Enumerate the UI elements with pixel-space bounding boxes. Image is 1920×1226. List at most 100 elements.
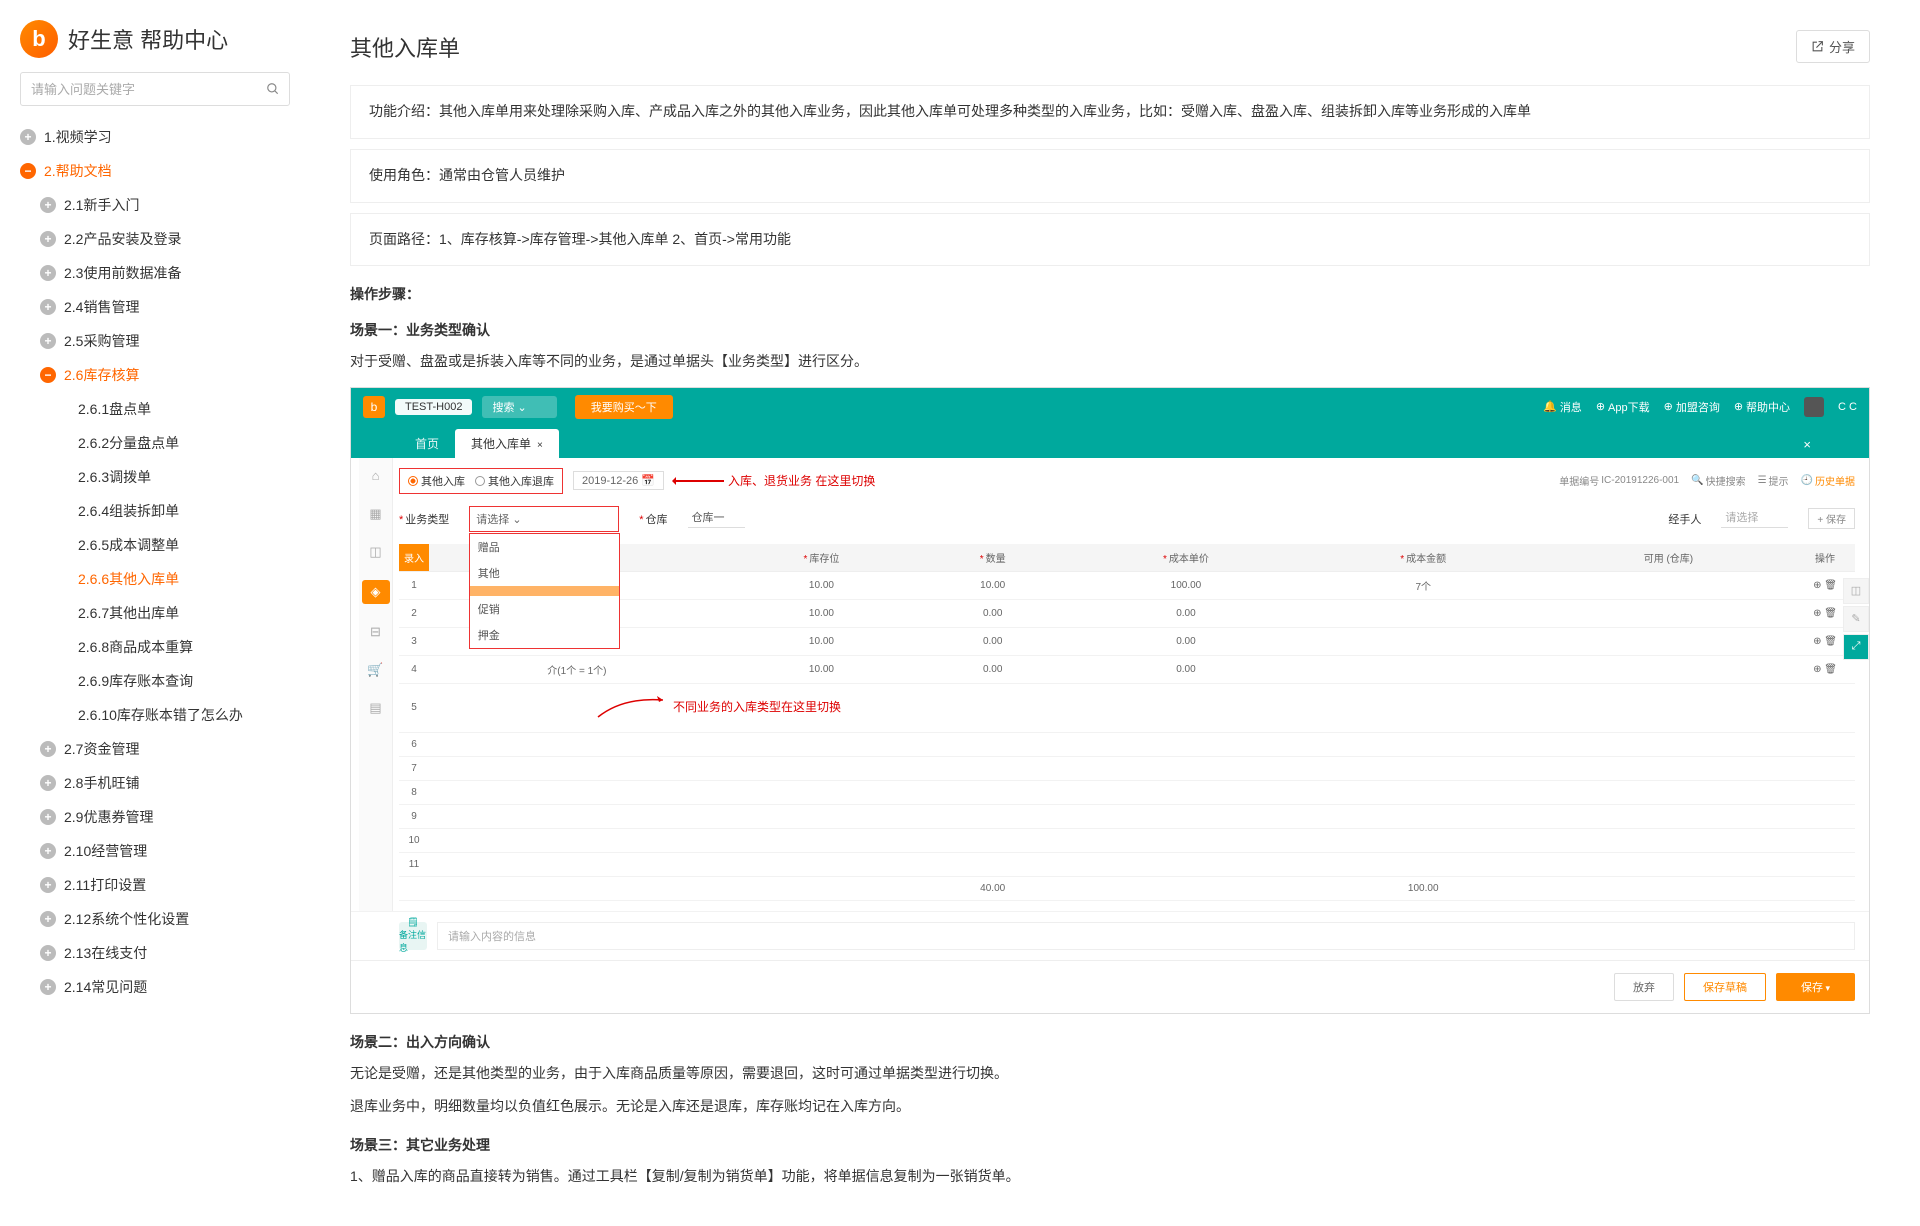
nav-label: 2.13在线支付 [64,943,147,963]
ss-tabs: 首页 其他入库单× × [351,426,1869,458]
nav-2-6-5[interactable]: 2.6.5成本调整单 [20,528,290,562]
plus-icon: + [40,775,56,791]
ss-dropdown-list: 赠品 其他 促销 押金 [469,533,620,649]
nav-2-6-9[interactable]: 2.6.9库存账本查询 [20,664,290,698]
scene2-text2: 退库业务中，明细数量均以负值红色展示。无论是入库还是退库，库存账均记在入库方向。 [350,1093,1870,1120]
required-icon: * [399,514,403,526]
nav-2-6-2[interactable]: 2.6.2分量盘点单 [20,426,290,460]
nav-label: 2.8手机旺铺 [64,773,139,793]
scene2-text1: 无论是受赠，还是其他类型的业务，由于入库商品质量等原因，需要退回，这时可通过单据… [350,1060,1870,1087]
ss-add-btn: + 保存 [1808,508,1855,529]
nav-video[interactable]: +1.视频学习 [20,120,290,154]
dd-item-selected [470,586,619,596]
plus-icon: + [40,299,56,315]
main-content: 其他入库单 分享 功能介绍：其他入库单用来处理除采购入库、产成品入库之外的其他入… [310,0,1920,1226]
ss-order-label: 单据编号 IC-20191226-001 [1559,473,1679,488]
search-box [20,72,290,106]
nav-label: 2.2产品安装及登录 [64,229,181,249]
nav-2-6-1[interactable]: 2.6.1盘点单 [20,392,290,426]
ss-annotation-2: 不同业务的入库类型在这里切换 [593,692,1851,722]
nav-2-9[interactable]: +2.9优惠券管理 [20,800,290,834]
ss-doc-links: 单据编号 IC-20191226-001 🔍快捷搜索 ☰提示 🕘历史单据 [1559,473,1855,488]
ss-jsr-label: 经手人 [1668,511,1701,527]
plus-icon: + [40,877,56,893]
stock-icon: ◈ [362,580,390,604]
ss-wh-val: 仓库一 [688,509,745,528]
ss-footer: 放弃 保存草稿 保存 [351,960,1869,1013]
ss-quicksearch: 🔍快捷搜索 [1691,473,1745,488]
nav-2-6-3[interactable]: 2.6.3调拨单 [20,460,290,494]
th-op: 操作 [1795,544,1855,572]
home-icon: ⌂ [366,466,386,486]
scene1-title: 场景一：业务类型确认 [350,320,1870,340]
steps-label: 操作步骤： [350,284,1870,304]
search-input[interactable] [20,72,290,106]
nav-2-6-7[interactable]: 2.6.7其他出库单 [20,596,290,630]
ss-link-app: ⊕ App下载 [1596,399,1650,415]
nav-2-5[interactable]: +2.5采购管理 [20,324,290,358]
nav-label: 2.14常见问题 [64,977,147,997]
dd-item: 其他 [470,560,619,586]
nav-label: 2.6.4组装拆卸单 [78,501,179,521]
ss-cancel-button: 放弃 [1614,973,1674,1001]
ss-biztype-dropdown: 请选择 ⌄ 赠品 其他 促销 押金 [469,506,619,532]
nav-2-11[interactable]: +2.11打印设置 [20,868,290,902]
nav-2-10[interactable]: +2.10经营管理 [20,834,290,868]
nav-2-7[interactable]: +2.7资金管理 [20,732,290,766]
nav-2-3[interactable]: +2.3使用前数据准备 [20,256,290,290]
ss-account-label: TEST-H002 [395,399,472,415]
ss-filter-row: *业务类型 请选择 ⌄ 赠品 其他 促销 押金 *仓库 仓库一 经手人 [399,502,1855,540]
plus-icon: + [40,265,56,281]
dd-item: 赠品 [470,534,619,560]
ss-wh-label: *仓库 [639,511,667,527]
table-row: 10 [399,828,1855,852]
report-icon: ▤ [366,698,386,718]
share-button[interactable]: 分享 [1796,30,1870,63]
plus-icon: + [40,231,56,247]
scene3-title: 场景三：其它业务处理 [350,1135,1870,1155]
nav-2-6-6[interactable]: 2.6.6其他入库单 [20,562,290,596]
nav-2-6-4[interactable]: 2.6.4组装拆卸单 [20,494,290,528]
logo-text: 好生意 帮助中心 [68,23,228,55]
ss-date: 2019-12-26 📅 [573,471,664,490]
ss-header-row: 其他入库 其他入库退库 2019-12-26 📅 入库、退货业务 在这里切换 单… [399,468,1855,494]
nav-2-6[interactable]: −2.6库存核算 [20,358,290,392]
ss-type-toggle: 其他入库 其他入库退库 [399,468,563,494]
nav-2-13[interactable]: +2.13在线支付 [20,936,290,970]
nav-docs[interactable]: −2.帮助文档 [20,154,290,188]
plus-icon: + [20,129,36,145]
plus-icon: + [40,843,56,859]
nav-2-6-10[interactable]: 2.6.10库存账本错了怎么办 [20,698,290,732]
ss-tab-active: 其他入库单× [455,429,559,458]
table-totals: 40.00100.00 [399,876,1855,900]
scene2-title: 场景二：出入方向确认 [350,1032,1870,1052]
nav-label: 2.11打印设置 [64,875,146,895]
nav-label: 2.6库存核算 [64,365,139,385]
nav-2-2[interactable]: +2.2产品安装及登录 [20,222,290,256]
nav-label: 2.帮助文档 [44,161,112,181]
th-amt: *成本金额 [1305,544,1542,572]
nav-2-12[interactable]: +2.12系统个性化设置 [20,902,290,936]
ss-draft-button: 保存草稿 [1684,973,1766,1001]
intro-label: 功能介绍： [369,103,439,119]
search-button[interactable] [256,72,290,106]
intro-text: 其他入库单用来处理除采购入库、产成品入库之外的其他入库业务，因此其他入库单可处理… [439,103,1531,119]
nav-label: 1.视频学习 [44,127,112,147]
nav-2-6-8[interactable]: 2.6.8商品成本重算 [20,630,290,664]
path-label: 页面路径： [369,231,439,247]
nav-2-8[interactable]: +2.8手机旺铺 [20,766,290,800]
ss-side-icons: ⌂ ▦ ◫ ◈ ⊟ 🛒 ▤ [359,458,393,911]
nav-2-4[interactable]: +2.4销售管理 [20,290,290,324]
share-icon [1811,40,1824,53]
ss-save-button: 保存 [1776,973,1855,1001]
ss-biztype-label: *业务类型 [399,511,449,527]
share-label: 分享 [1829,37,1855,56]
nav-label: 2.10经营管理 [64,841,147,861]
nav-2-1[interactable]: +2.1新手入门 [20,188,290,222]
nav-label: 2.6.1盘点单 [78,399,151,419]
dd-item: 促销 [470,596,619,622]
th-qty: *数量 [918,544,1067,572]
radio-icon [408,476,418,486]
cube-icon: ◫ [366,542,386,562]
ss-history: 🕘历史单据 [1801,473,1855,488]
